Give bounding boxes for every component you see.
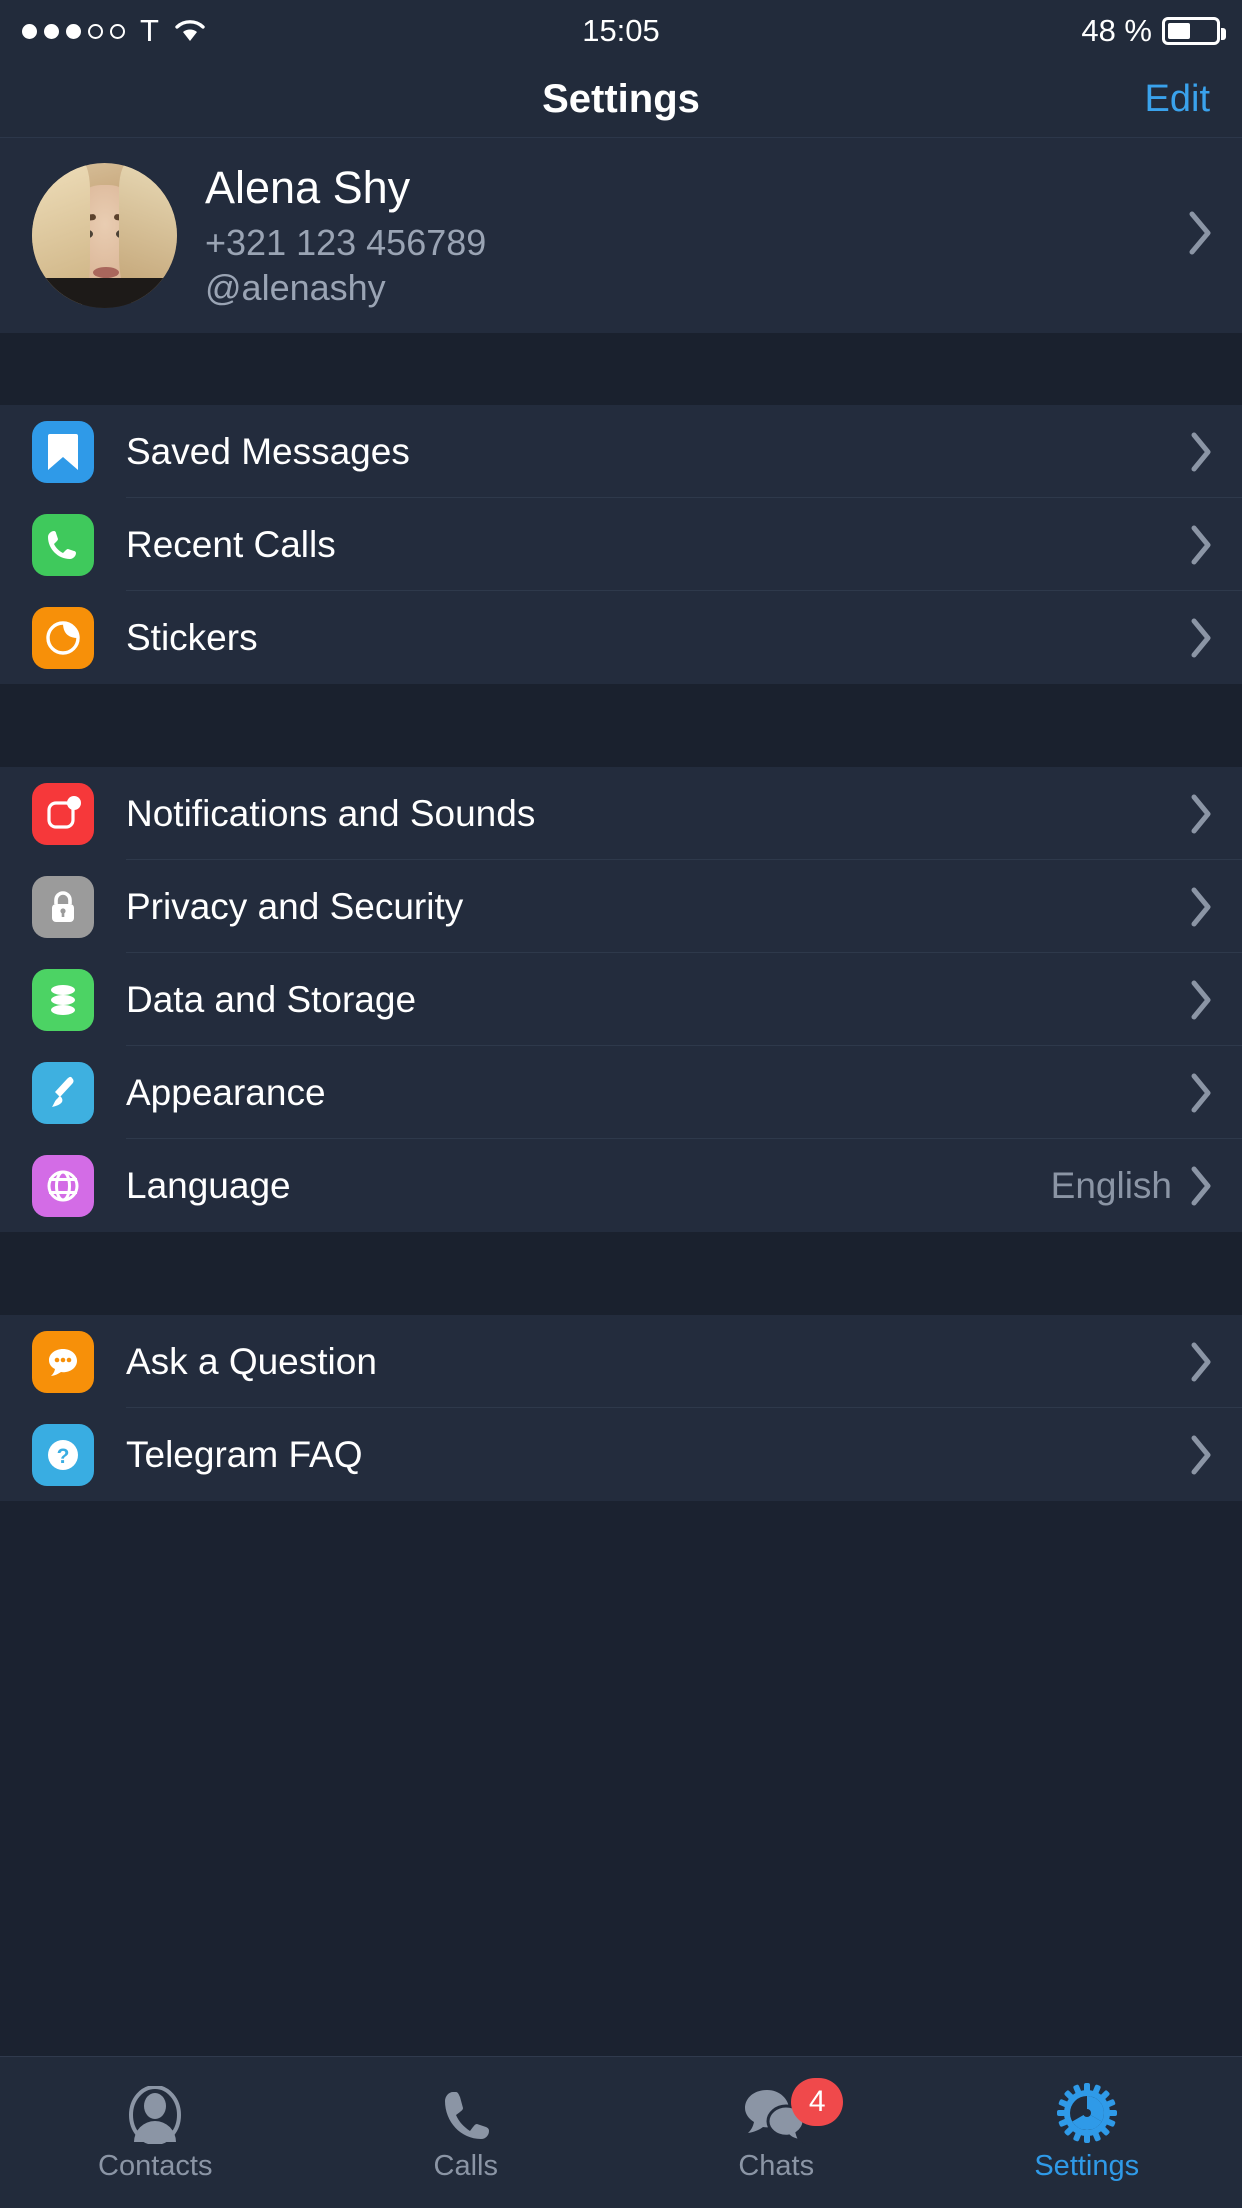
list-item-label: Privacy and Security bbox=[126, 885, 464, 927]
list-item-data-and-storage[interactable]: Data and Storage bbox=[0, 953, 1242, 1046]
profile-phone: +321 123 456789 bbox=[205, 221, 487, 263]
list-item-label: Recent Calls bbox=[126, 523, 336, 565]
chevron-right-icon bbox=[1190, 1072, 1214, 1114]
preferences-section: Notifications and Sounds Privacy and Sec… bbox=[0, 767, 1242, 1232]
account-section: Saved Messages Recent Calls Stickers bbox=[0, 405, 1242, 684]
chevron-right-icon bbox=[1190, 1434, 1214, 1476]
list-item-label: Stickers bbox=[126, 616, 258, 658]
section-gap bbox=[0, 684, 1242, 767]
status-bar: T 15:05 48 % bbox=[0, 0, 1242, 62]
chevron-right-icon bbox=[1190, 524, 1214, 566]
list-item-stickers[interactable]: Stickers bbox=[0, 591, 1242, 684]
tab-label: Settings bbox=[1034, 2150, 1140, 2182]
profile-username: @alenashy bbox=[205, 267, 386, 309]
list-item-label: Data and Storage bbox=[126, 978, 417, 1020]
tab-settings[interactable]: Settings bbox=[932, 2057, 1242, 2208]
phone-icon bbox=[32, 513, 94, 576]
list-item-label: Telegram FAQ bbox=[126, 1433, 363, 1475]
chevron-right-icon bbox=[1190, 431, 1214, 473]
chevron-right-icon bbox=[1190, 617, 1214, 659]
tab-contacts[interactable]: Contacts bbox=[0, 2057, 311, 2208]
language-value: English bbox=[1050, 1164, 1172, 1206]
question-mark-icon: ? bbox=[32, 1423, 94, 1486]
section-gap bbox=[0, 333, 1242, 405]
list-item-label: Language bbox=[126, 1164, 291, 1206]
carrier-label: T bbox=[140, 13, 160, 48]
signal-strength-icon bbox=[22, 23, 125, 39]
wifi-icon bbox=[172, 15, 208, 48]
telegram-settings-screen: T 15:05 48 % Settings Edit Alena Shy +32… bbox=[0, 0, 1242, 2208]
chevron-right-icon bbox=[1190, 979, 1214, 1021]
list-item-saved-messages[interactable]: Saved Messages bbox=[0, 405, 1242, 498]
list-item-recent-calls[interactable]: Recent Calls bbox=[0, 498, 1242, 591]
chevron-right-icon bbox=[1190, 1341, 1214, 1383]
status-bar-left: T bbox=[22, 13, 208, 49]
tab-label: Calls bbox=[433, 2150, 498, 2182]
list-item-label: Appearance bbox=[126, 1071, 326, 1113]
profile-row[interactable]: Alena Shy +321 123 456789 @alenashy bbox=[0, 138, 1242, 333]
section-gap bbox=[0, 1232, 1242, 1315]
notification-icon bbox=[32, 782, 94, 845]
paintbrush-icon bbox=[32, 1061, 94, 1124]
edit-button[interactable]: Edit bbox=[1145, 78, 1210, 121]
sticker-icon bbox=[32, 606, 94, 669]
status-bar-right: 48 % bbox=[1081, 13, 1226, 49]
battery-icon bbox=[1162, 17, 1226, 45]
list-item-label: Notifications and Sounds bbox=[126, 792, 536, 834]
page-title: Settings bbox=[542, 77, 700, 121]
battery-percent-label: 48 % bbox=[1081, 13, 1152, 48]
navigation-bar: Settings Edit bbox=[0, 62, 1242, 138]
chevron-right-icon bbox=[1188, 210, 1214, 261]
list-item-language[interactable]: Language English bbox=[0, 1139, 1242, 1232]
list-item-appearance[interactable]: Appearance bbox=[0, 1046, 1242, 1139]
calls-icon bbox=[440, 2082, 492, 2144]
lock-icon bbox=[32, 875, 94, 938]
list-item-privacy-and-security[interactable]: Privacy and Security bbox=[0, 860, 1242, 953]
list-item-label: Ask a Question bbox=[126, 1340, 377, 1382]
chat-bubble-icon bbox=[32, 1330, 94, 1393]
avatar[interactable] bbox=[32, 163, 177, 308]
tab-label: Chats bbox=[738, 2150, 815, 2182]
list-item-telegram-faq[interactable]: ? Telegram FAQ bbox=[0, 1408, 1242, 1501]
bookmark-icon bbox=[32, 420, 94, 483]
list-item-notifications-and-sounds[interactable]: Notifications and Sounds bbox=[0, 767, 1242, 860]
globe-icon bbox=[32, 1154, 94, 1217]
help-section: Ask a Question ? Telegram FAQ bbox=[0, 1315, 1242, 1501]
list-item-ask-a-question[interactable]: Ask a Question bbox=[0, 1315, 1242, 1408]
profile-text: Alena Shy +321 123 456789 @alenashy bbox=[205, 162, 487, 309]
chevron-right-icon bbox=[1190, 886, 1214, 928]
contacts-icon bbox=[128, 2082, 182, 2144]
tab-chats[interactable]: 4 Chats bbox=[621, 2057, 932, 2208]
svg-text:?: ? bbox=[57, 1445, 70, 1468]
settings-gear-icon bbox=[1056, 2082, 1118, 2144]
list-item-label: Saved Messages bbox=[126, 430, 410, 472]
tab-bar: Contacts Calls 4 Chats Settings bbox=[0, 2056, 1242, 2208]
database-icon bbox=[32, 968, 94, 1031]
tab-label: Contacts bbox=[98, 2150, 213, 2182]
chats-badge: 4 bbox=[791, 2078, 844, 2126]
chevron-right-icon bbox=[1190, 1165, 1214, 1207]
chats-icon: 4 bbox=[743, 2078, 844, 2144]
profile-name: Alena Shy bbox=[205, 162, 411, 214]
chevron-right-icon bbox=[1190, 793, 1214, 835]
tab-calls[interactable]: Calls bbox=[311, 2057, 622, 2208]
